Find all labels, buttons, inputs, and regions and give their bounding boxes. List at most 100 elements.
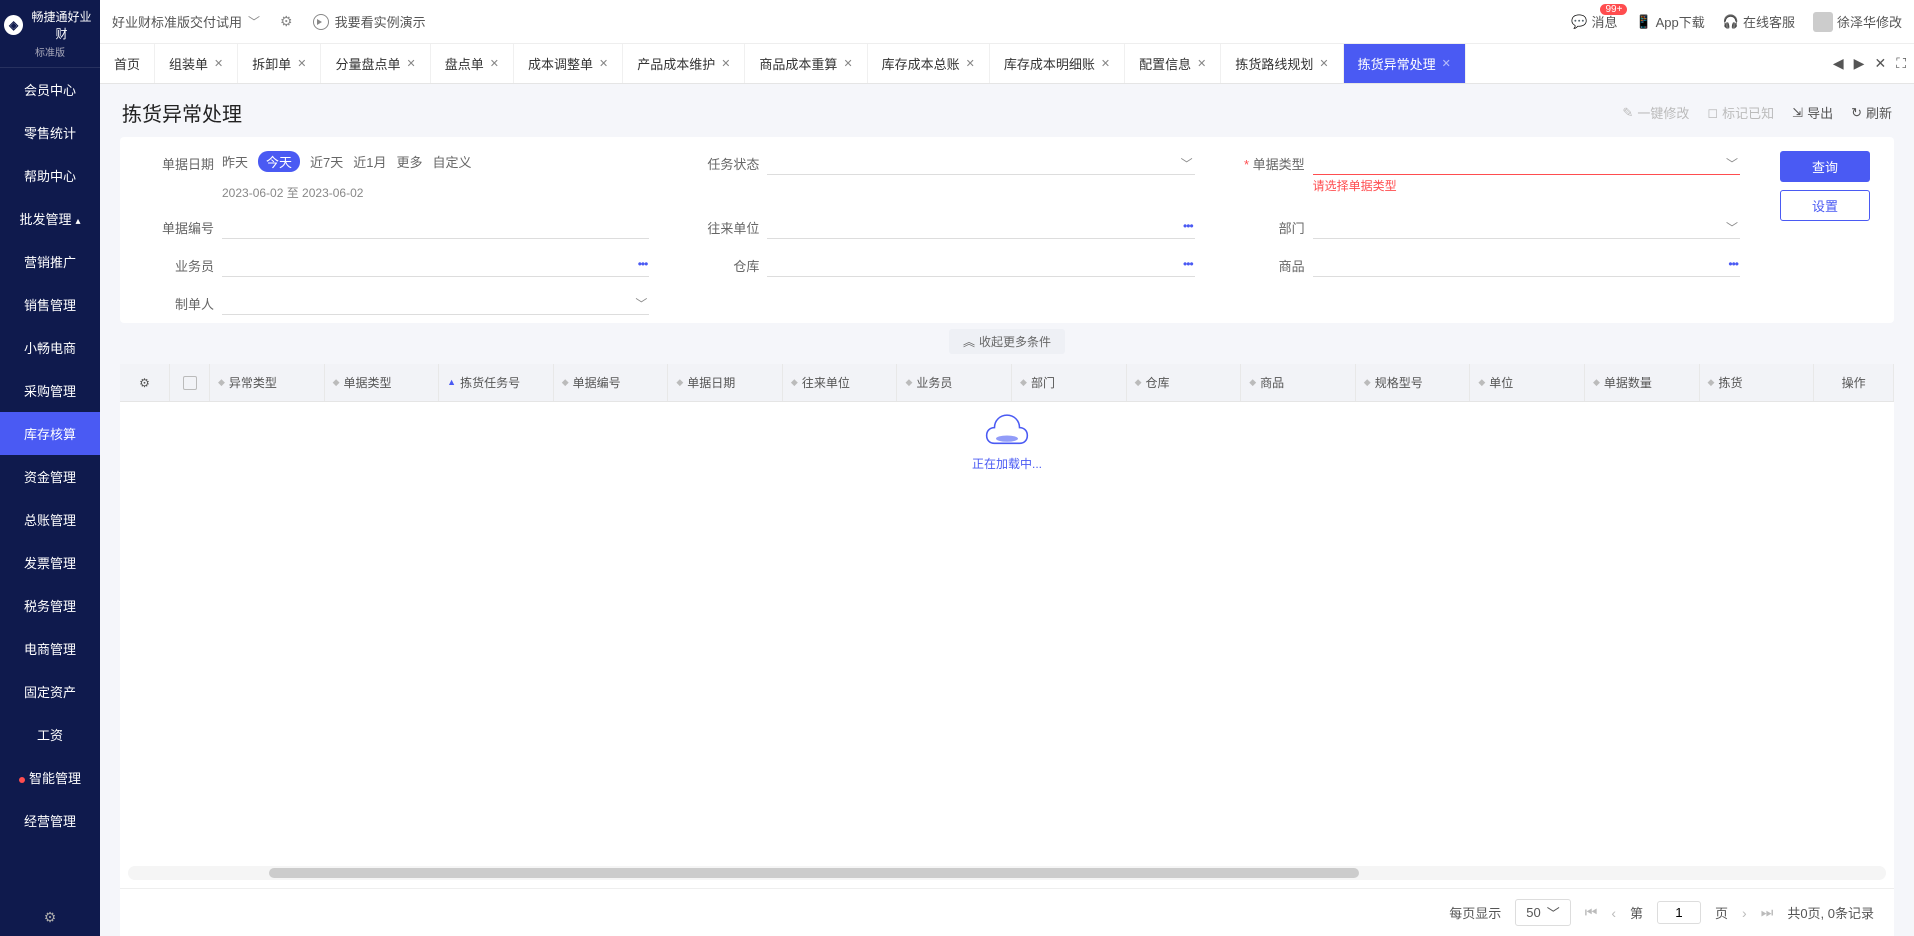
tab[interactable]: 盘点单✕ (431, 44, 514, 83)
page-number-input[interactable] (1657, 901, 1701, 924)
task-status-select[interactable] (767, 151, 1194, 175)
sidebar-item[interactable]: 发票管理 (0, 541, 100, 584)
refresh-button[interactable]: ↻ 刷新 (1851, 103, 1892, 122)
sidebar-item[interactable]: 会员中心 (0, 68, 100, 111)
close-icon[interactable]: ✕ (490, 57, 499, 70)
prev-page-button[interactable]: ‹ (1611, 905, 1616, 921)
tab[interactable]: 成本调整单✕ (514, 44, 623, 83)
tab[interactable]: 拣货路线规划✕ (1221, 44, 1343, 83)
column-header[interactable]: ◆规格型号 (1356, 364, 1471, 401)
collapse-filters-button[interactable]: ︽ 收起更多条件 (949, 329, 1065, 354)
dept-select[interactable] (1313, 215, 1740, 239)
column-header[interactable]: ◆单据日期 (668, 364, 783, 401)
mark-known-button[interactable]: ◻ 标记已知 (1707, 103, 1774, 122)
sidebar-item[interactable]: 库存核算 (0, 412, 100, 455)
settings-button[interactable]: 设置 (1780, 190, 1870, 221)
close-icon[interactable]: ✕ (297, 57, 306, 70)
tab[interactable]: 组装单✕ (155, 44, 238, 83)
sidebar-item[interactable]: 智能管理 (0, 756, 100, 799)
sidebar-item[interactable]: 资金管理 (0, 455, 100, 498)
tab[interactable]: 拆卸单✕ (238, 44, 321, 83)
sidebar-item[interactable]: 营销推广 (0, 240, 100, 283)
date-yesterday[interactable]: 昨天 (222, 152, 248, 171)
column-header[interactable]: ◆业务员 (897, 364, 1012, 401)
demo-button[interactable]: 我要看实例演示 (313, 12, 426, 31)
sidebar-item[interactable]: 固定资产 (0, 670, 100, 713)
close-icon[interactable]: ✕ (721, 57, 730, 70)
column-header[interactable]: ◆拣货 (1700, 364, 1815, 401)
column-header[interactable]: ◆部门 (1012, 364, 1127, 401)
close-icon[interactable]: ✕ (1197, 57, 1206, 70)
close-icon[interactable]: ✕ (1101, 57, 1110, 70)
workspace-selector[interactable]: 好业财标准版交付试用 ﹀ (112, 12, 260, 31)
tab[interactable]: 库存成本总账✕ (868, 44, 990, 83)
settings-icon[interactable]: ⚙ (280, 13, 293, 30)
download-button[interactable]: 📱 App下载 (1635, 12, 1704, 31)
tab[interactable]: 配置信息✕ (1125, 44, 1221, 83)
select-all-checkbox[interactable] (170, 364, 210, 401)
close-icon[interactable]: ✕ (1442, 57, 1451, 70)
sidebar-item[interactable]: 采购管理 (0, 369, 100, 412)
scrollbar-thumb[interactable] (269, 868, 1359, 878)
column-header[interactable]: 操作 (1814, 364, 1894, 401)
horizontal-scrollbar[interactable] (128, 866, 1886, 880)
tab[interactable]: 库存成本明细账✕ (990, 44, 1125, 83)
tab[interactable]: 分量盘点单✕ (321, 44, 430, 83)
product-input[interactable] (1313, 253, 1740, 277)
sidebar-item[interactable]: 销售管理 (0, 283, 100, 326)
bulk-edit-button[interactable]: ✎ 一键修改 (1622, 103, 1689, 122)
date-last7[interactable]: 近7天 (310, 152, 343, 171)
close-icon[interactable]: ✕ (599, 57, 608, 70)
column-header[interactable]: ◆异常类型 (210, 364, 325, 401)
support-button[interactable]: 🎧 在线客服 (1723, 12, 1795, 31)
sidebar-item[interactable]: 批发管理 (0, 197, 100, 240)
first-page-button[interactable]: ⏮ (1585, 904, 1598, 921)
query-button[interactable]: 查询 (1780, 151, 1870, 182)
export-button[interactable]: ⇲ 导出 (1792, 103, 1833, 122)
sidebar-item[interactable]: 电商管理 (0, 627, 100, 670)
doc-no-input[interactable] (222, 215, 649, 239)
tabs-scroll-left[interactable]: ◀ (1833, 55, 1844, 72)
close-icon[interactable]: ✕ (407, 57, 416, 70)
sidebar-item[interactable]: 小畅电商 (0, 326, 100, 369)
column-header[interactable]: ◆商品 (1241, 364, 1356, 401)
tabs-close-all[interactable]: ✕ (1874, 55, 1886, 72)
tab[interactable]: 拣货异常处理✕ (1344, 44, 1466, 83)
next-page-button[interactable]: › (1742, 905, 1747, 921)
column-header[interactable]: ◆单据编号 (554, 364, 669, 401)
sidebar-item[interactable]: 帮助中心 (0, 154, 100, 197)
page-size-select[interactable]: 50 ﹀ (1515, 899, 1570, 926)
tab[interactable]: 首页 (100, 44, 155, 83)
partner-input[interactable] (767, 215, 1194, 239)
date-quick-picker[interactable]: 昨天 今天 近7天 近1月 更多 自定义 2023-06-02 至 2023-0… (222, 151, 649, 201)
column-header[interactable]: ◆仓库 (1127, 364, 1242, 401)
sidebar-settings-icon[interactable]: ⚙ (0, 899, 100, 936)
column-header[interactable]: ▲拣货任务号 (439, 364, 554, 401)
creator-select[interactable] (222, 291, 649, 315)
date-today[interactable]: 今天 (258, 151, 300, 172)
messages-button[interactable]: 💬 消息 99+ (1571, 12, 1617, 31)
tabs-fullscreen[interactable]: ⛶ (1896, 55, 1906, 72)
date-last-month[interactable]: 近1月 (353, 152, 386, 171)
column-header[interactable]: ◆往来单位 (783, 364, 898, 401)
tabs-scroll-right[interactable]: ▶ (1854, 55, 1865, 72)
column-header[interactable]: ◆单据数量 (1585, 364, 1700, 401)
sidebar-item[interactable]: 总账管理 (0, 498, 100, 541)
sidebar-item[interactable]: 经营管理 (0, 799, 100, 842)
close-icon[interactable]: ✕ (843, 57, 852, 70)
date-more[interactable]: 更多 (397, 152, 423, 171)
doc-type-select[interactable] (1313, 151, 1740, 175)
user-menu[interactable]: 徐泽华修改 (1813, 12, 1902, 32)
warehouse-input[interactable] (767, 253, 1194, 277)
sidebar-item[interactable]: 工资 (0, 713, 100, 756)
sidebar-item[interactable]: 零售统计 (0, 111, 100, 154)
column-header[interactable]: ◆单位 (1470, 364, 1585, 401)
close-icon[interactable]: ✕ (966, 57, 975, 70)
sidebar-item[interactable]: 税务管理 (0, 584, 100, 627)
column-header[interactable]: ◆单据类型 (325, 364, 440, 401)
tab[interactable]: 商品成本重算✕ (745, 44, 867, 83)
table-settings-button[interactable]: ⚙ (120, 364, 170, 401)
salesman-input[interactable] (222, 253, 649, 277)
close-icon[interactable]: ✕ (214, 57, 223, 70)
date-custom[interactable]: 自定义 (433, 152, 472, 171)
